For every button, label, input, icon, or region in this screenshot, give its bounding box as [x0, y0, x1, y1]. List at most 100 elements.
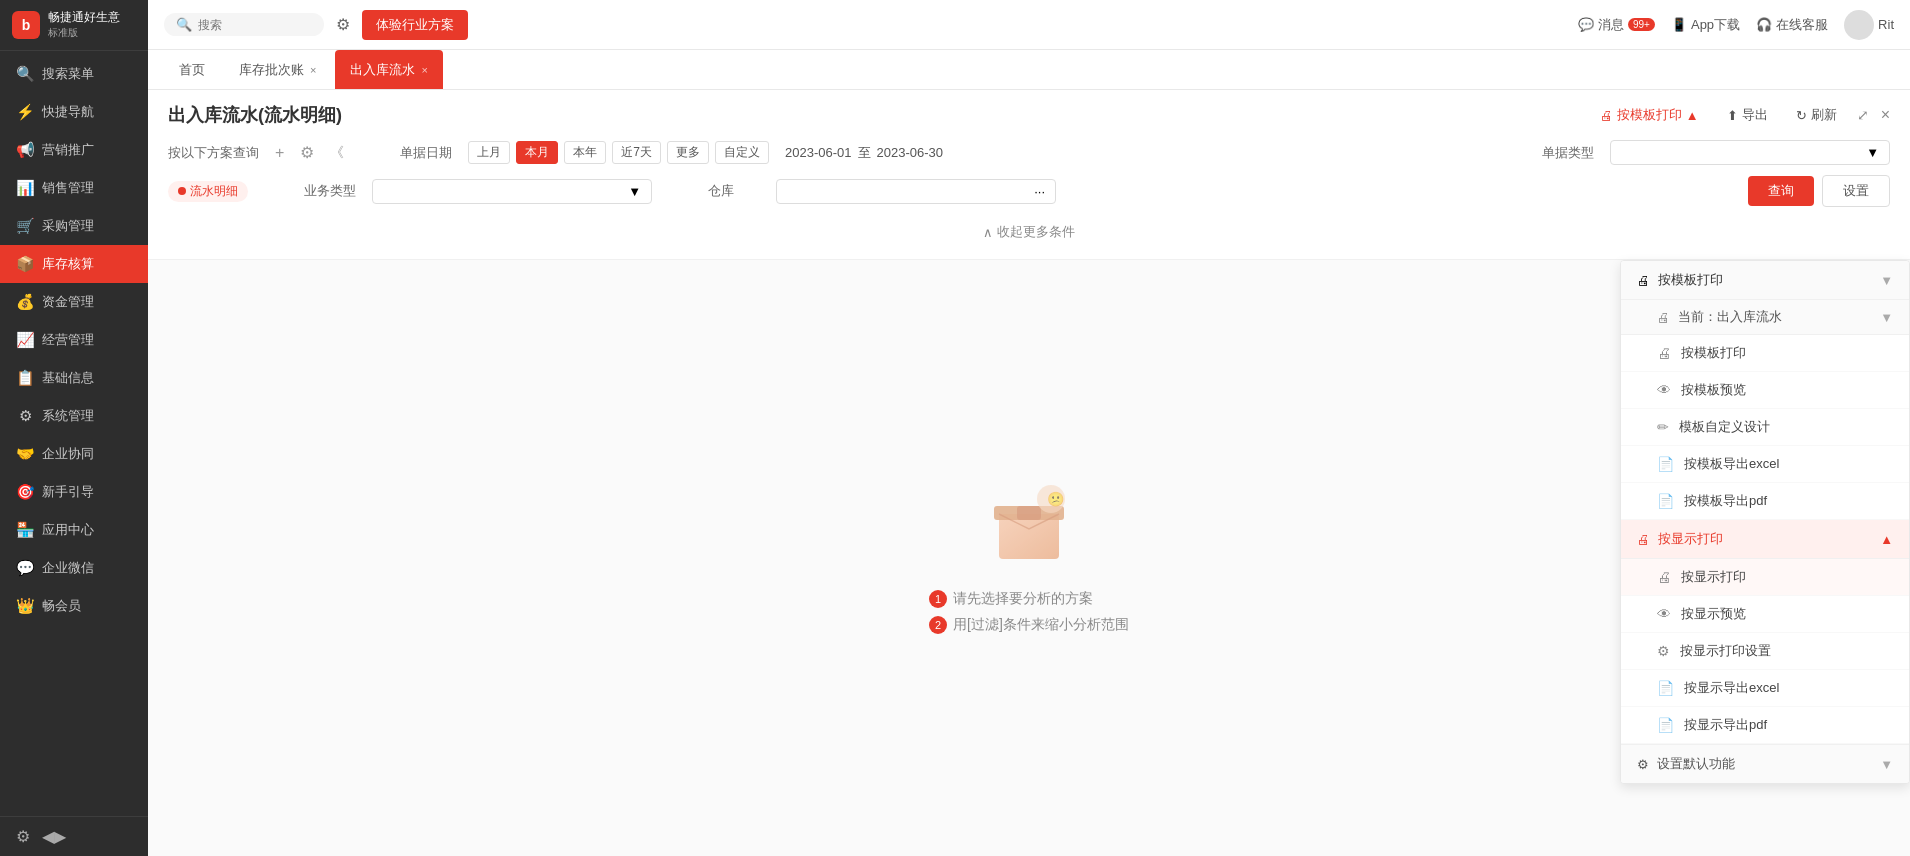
- logo-icon: b: [12, 11, 40, 39]
- message-badge: 99+: [1628, 18, 1655, 31]
- sidebar-item-basic[interactable]: 📋 基础信息: [0, 359, 148, 397]
- sidebar-item-purchase[interactable]: 🛒 采购管理: [0, 207, 148, 245]
- warehouse-select[interactable]: ···: [776, 179, 1056, 204]
- sidebar-item-member[interactable]: 👑 畅会员: [0, 587, 148, 625]
- topbar-search-box[interactable]: 🔍: [164, 13, 324, 36]
- filter-collapse-arrow[interactable]: 《: [330, 144, 344, 162]
- hint-number-1: 1: [929, 590, 947, 608]
- filter-add-button[interactable]: +: [275, 144, 284, 162]
- current-icon: 🖨: [1657, 310, 1670, 325]
- export-button[interactable]: ⬆ 导出: [1719, 102, 1776, 128]
- date-btn-more[interactable]: 更多: [667, 141, 709, 164]
- fullscreen-button[interactable]: ⤢: [1857, 107, 1869, 123]
- sidebar-item-label: 应用中心: [42, 521, 94, 539]
- sidebar-item-corp[interactable]: 🤝 企业协同: [0, 435, 148, 473]
- settings-icon: ⚙: [1657, 643, 1670, 659]
- display-print-header[interactable]: 🖨 按显示打印 ▲: [1621, 520, 1909, 559]
- settings-icon[interactable]: ⚙: [16, 827, 30, 846]
- template-custom-item[interactable]: ✏ 模板自定义设计: [1621, 409, 1909, 446]
- service-button[interactable]: 🎧 在线客服: [1756, 16, 1828, 34]
- tab-close-flow[interactable]: ×: [421, 64, 427, 76]
- topbar-actions: 💬 消息 99+ 📱 App下载 🎧 在线客服 Rit: [1578, 10, 1894, 40]
- date-btn-this-year[interactable]: 本年: [564, 141, 606, 164]
- date-quick-buttons: 上月 本月 本年 近7天 更多 自定义: [468, 141, 769, 164]
- date-btn-custom[interactable]: 自定义: [715, 141, 769, 164]
- chevron-down-icon: ▼: [1866, 145, 1879, 160]
- tab-flow[interactable]: 出入库流水 ×: [335, 50, 442, 89]
- tab-label: 出入库流水: [350, 61, 415, 79]
- trial-button[interactable]: 体验行业方案: [362, 10, 468, 40]
- logo: b 畅捷通好生意 标准版: [0, 0, 148, 51]
- doc-type-select[interactable]: ▼: [1610, 140, 1890, 165]
- sidebar-item-label: 企业协同: [42, 445, 94, 463]
- sidebar-item-sales[interactable]: 📊 销售管理: [0, 169, 148, 207]
- template-excel-item[interactable]: 📄 按模板导出excel: [1621, 446, 1909, 483]
- tab-home[interactable]: 首页: [164, 50, 220, 89]
- sidebar-item-label: 新手引导: [42, 483, 94, 501]
- display-excel-item[interactable]: 📄 按显示导出excel: [1621, 670, 1909, 707]
- refresh-button[interactable]: ↻ 刷新: [1788, 102, 1845, 128]
- content-area: 按以下方案查询 + ⚙ 《 单据日期 上月 本月 本年 近7天 更多 自定义 2: [148, 128, 1910, 856]
- template-preview-item[interactable]: 👁 按模板预览: [1621, 372, 1909, 409]
- sidebar-item-label: 营销推广: [42, 141, 94, 159]
- sidebar-item-label: 企业微信: [42, 559, 94, 577]
- print-icon: 🖨: [1657, 569, 1671, 585]
- empty-hint-1: 1 请先选择要分析的方案: [929, 590, 1129, 608]
- app-download-button[interactable]: 📱 App下载: [1671, 16, 1740, 34]
- business-type-label: 业务类型: [304, 182, 364, 200]
- tab-batch[interactable]: 库存批次账 ×: [224, 50, 331, 89]
- sidebar-item-finance[interactable]: 💰 资金管理: [0, 283, 148, 321]
- message-button[interactable]: 💬 消息 99+: [1578, 16, 1655, 34]
- edit-icon: ✏: [1657, 419, 1669, 435]
- sidebar-item-marketing[interactable]: 📢 营销推广: [0, 131, 148, 169]
- date-label: 单据日期: [400, 144, 460, 162]
- settings-button[interactable]: 设置: [1822, 175, 1890, 207]
- date-btn-this-month[interactable]: 本月: [516, 141, 558, 164]
- pdf-icon: 📄: [1657, 493, 1674, 509]
- tab-close-batch[interactable]: ×: [310, 64, 316, 76]
- template-custom-label: 模板自定义设计: [1679, 418, 1770, 436]
- date-btn-last-month[interactable]: 上月: [468, 141, 510, 164]
- display-settings-label: 按显示打印设置: [1680, 642, 1771, 660]
- filter-tag[interactable]: 流水明细: [168, 181, 248, 202]
- template-print-header[interactable]: 🖨 按模板打印 ▼: [1621, 261, 1909, 300]
- display-preview-item[interactable]: 👁 按显示预览: [1621, 596, 1909, 633]
- template-pdf-item[interactable]: 📄 按模板导出pdf: [1621, 483, 1909, 520]
- sidebar-item-search[interactable]: 🔍 搜索菜单: [0, 55, 148, 93]
- sidebar-item-system[interactable]: ⚙ 系统管理: [0, 397, 148, 435]
- sidebar-item-operation[interactable]: 📈 经营管理: [0, 321, 148, 359]
- query-button[interactable]: 查询: [1748, 176, 1814, 206]
- close-button[interactable]: ×: [1881, 106, 1890, 124]
- user-profile[interactable]: Rit: [1844, 10, 1894, 40]
- date-btn-7days[interactable]: 近7天: [612, 141, 661, 164]
- chevron-up-icon: ▲: [1686, 108, 1699, 123]
- sidebar-item-wechat[interactable]: 💬 企业微信: [0, 549, 148, 587]
- business-type-select[interactable]: ▼: [372, 179, 652, 204]
- topbar: 🔍 ⚙ 体验行业方案 💬 消息 99+ 📱 App下载 🎧 在线客服 Rit: [148, 0, 1910, 50]
- hint-number-2: 2: [929, 616, 947, 634]
- page-header-actions: 🖨 按模板打印 ▲ ⬆ 导出 ↻ 刷新 ⤢ ×: [1592, 102, 1890, 128]
- template-preview-label: 按模板预览: [1681, 381, 1746, 399]
- template-print-item[interactable]: 🖨 按模板打印: [1621, 335, 1909, 372]
- template-excel-label: 按模板导出excel: [1684, 455, 1779, 473]
- collapse-more-button[interactable]: ∧ 收起更多条件: [168, 217, 1890, 247]
- sidebar-item-appstore[interactable]: 🏪 应用中心: [0, 511, 148, 549]
- print-header-icon: 🖨: [1637, 273, 1650, 288]
- filter-settings-button[interactable]: ⚙: [300, 143, 314, 162]
- sidebar-item-label: 快捷导航: [42, 103, 94, 121]
- export-btn-label: 导出: [1742, 106, 1768, 124]
- dropdown-footer[interactable]: ⚙ 设置默认功能 ▼: [1621, 744, 1909, 783]
- display-print-item[interactable]: 🖨 按显示打印: [1621, 559, 1909, 596]
- sidebar-item-shortcut[interactable]: ⚡ 快捷导航: [0, 93, 148, 131]
- sidebar-item-inventory[interactable]: 📦 库存核算: [0, 245, 148, 283]
- crown-icon: 👑: [16, 597, 34, 615]
- display-pdf-item[interactable]: 📄 按显示导出pdf: [1621, 707, 1909, 744]
- settings-button[interactable]: ⚙: [336, 15, 350, 34]
- box-icon: 📦: [16, 255, 34, 273]
- collapse-sidebar-icon[interactable]: ◀▶: [42, 827, 66, 846]
- display-settings-item[interactable]: ⚙ 按显示打印设置: [1621, 633, 1909, 670]
- sidebar-item-guide[interactable]: 🎯 新手引导: [0, 473, 148, 511]
- search-input[interactable]: [198, 18, 298, 32]
- preview-icon: 👁: [1657, 382, 1671, 398]
- print-template-button[interactable]: 🖨 按模板打印 ▲: [1592, 102, 1707, 128]
